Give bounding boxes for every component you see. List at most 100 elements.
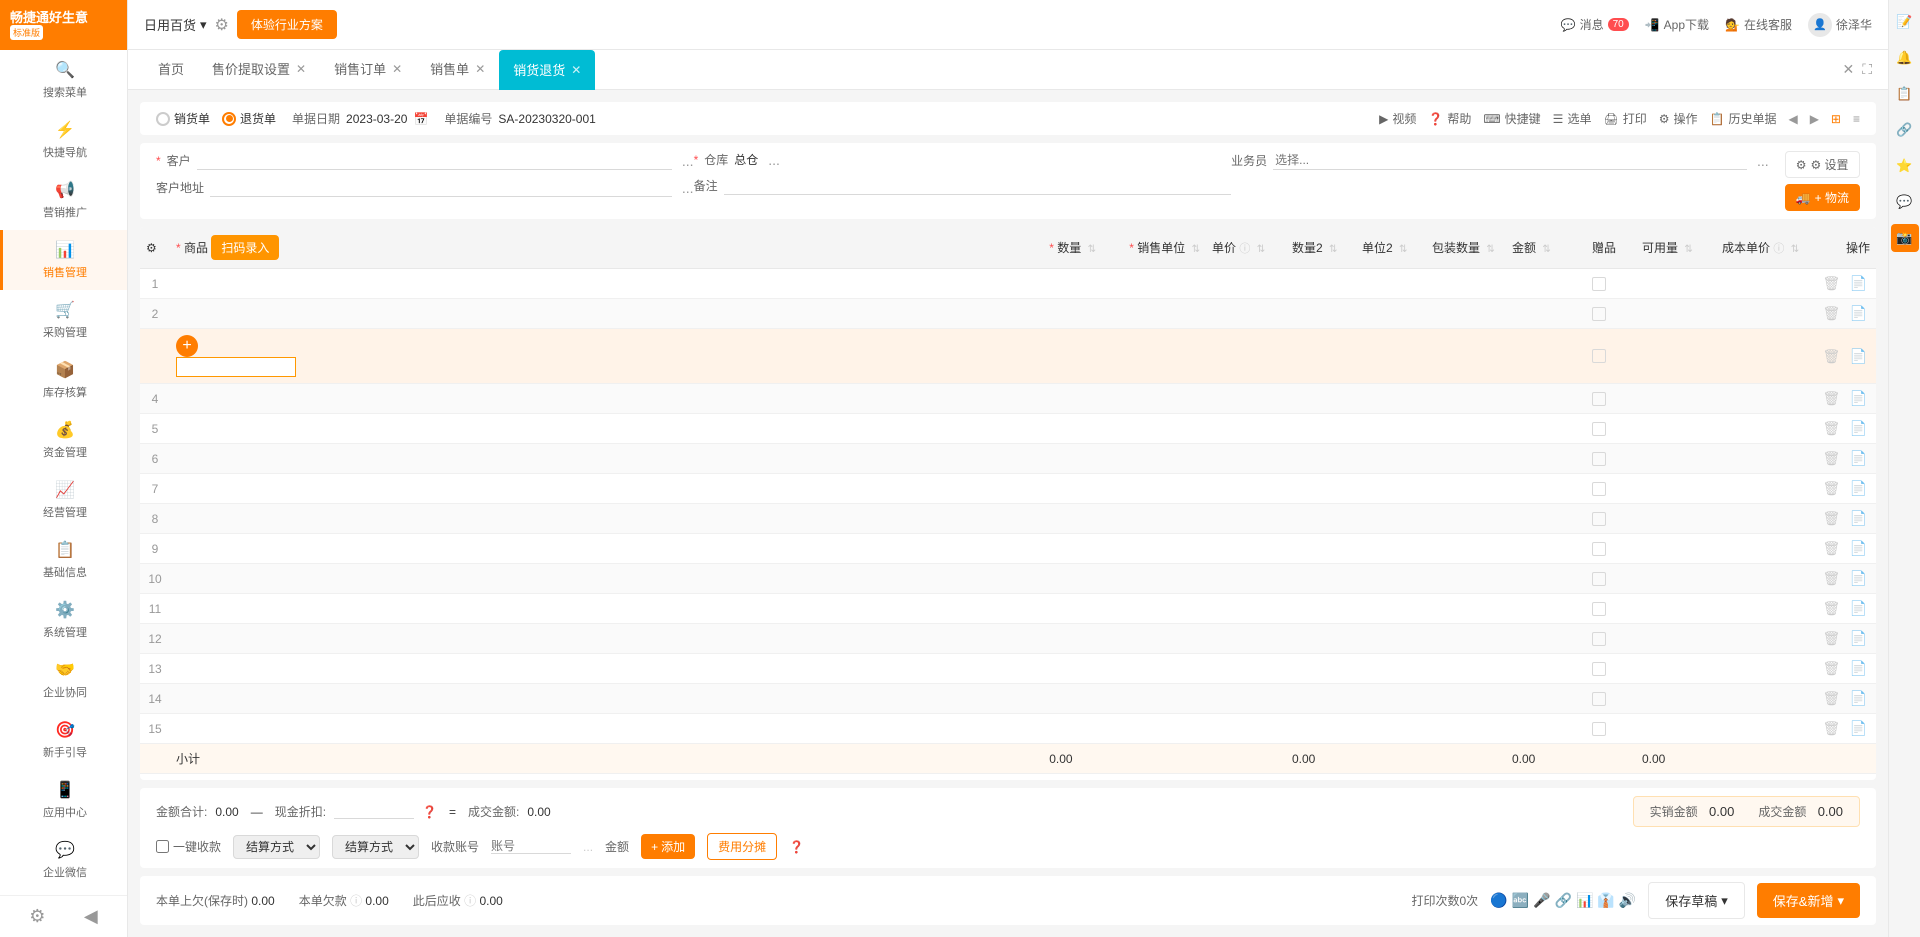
unit2-cell[interactable]: [1356, 504, 1426, 534]
amount-cell[interactable]: [1506, 474, 1586, 504]
amount-cell[interactable]: [1506, 624, 1586, 654]
available-cell[interactable]: [1636, 504, 1716, 534]
copy-icon[interactable]: 📄: [1850, 660, 1867, 676]
delete-icon[interactable]: 🗑: [1822, 305, 1840, 321]
product-cell[interactable]: [170, 684, 1043, 714]
qty2-cell[interactable]: [1286, 444, 1356, 474]
history-btn[interactable]: 📋 历史单据: [1709, 110, 1776, 127]
remarks-input[interactable]: [724, 176, 1232, 195]
qty-cell[interactable]: [1043, 624, 1123, 654]
cost-cell[interactable]: [1716, 414, 1806, 444]
delete-icon[interactable]: 🗑: [1822, 600, 1840, 616]
salesperson-dots-btn[interactable]: ...: [1757, 153, 1769, 169]
amount-cell[interactable]: [1506, 534, 1586, 564]
unit2-cell[interactable]: [1356, 299, 1426, 329]
qty-cell[interactable]: [1043, 384, 1123, 414]
available-cell[interactable]: [1636, 299, 1716, 329]
online-service-btn[interactable]: 💁 在线客服: [1725, 16, 1792, 33]
gift-cell[interactable]: [1586, 564, 1636, 594]
pkg-cell[interactable]: [1426, 329, 1506, 384]
amount-cell[interactable]: [1506, 329, 1586, 384]
copy-icon[interactable]: 📄: [1850, 720, 1867, 736]
save-new-btn[interactable]: 保存&新增 ▾: [1757, 883, 1860, 918]
unit-cell[interactable]: [1123, 624, 1206, 654]
available-cell[interactable]: [1636, 474, 1716, 504]
customer-dots-btn[interactable]: ...: [682, 153, 694, 169]
gift-checkbox[interactable]: [1592, 692, 1606, 706]
product-cell[interactable]: +: [170, 329, 1043, 384]
message-btn[interactable]: 💬 消息 70: [1561, 16, 1629, 33]
cost-cell[interactable]: [1716, 329, 1806, 384]
sidebar-item-app-center[interactable]: 📱 应用中心: [0, 770, 127, 830]
amount-cell[interactable]: [1506, 714, 1586, 744]
tab-home[interactable]: 首页: [144, 50, 198, 90]
unit2-cell[interactable]: [1356, 269, 1426, 299]
return-bill-radio[interactable]: 退货单: [222, 110, 276, 127]
maximize-icon[interactable]: ⛶: [1862, 61, 1872, 78]
one-click-payment[interactable]: 一键收款: [156, 838, 221, 855]
price-cell[interactable]: [1206, 594, 1286, 624]
logistics-side-btn[interactable]: 🚚 + 物流: [1785, 184, 1860, 211]
operations-btn[interactable]: ⚙ 操作: [1659, 110, 1698, 127]
tab-close-icon[interactable]: ✕: [475, 62, 485, 76]
info-icon[interactable]: ⓘ: [1773, 243, 1784, 255]
available-cell[interactable]: [1636, 414, 1716, 444]
unit-cell[interactable]: [1123, 414, 1206, 444]
price-cell[interactable]: [1206, 714, 1286, 744]
qty-cell[interactable]: [1043, 329, 1123, 384]
available-cell[interactable]: [1636, 534, 1716, 564]
gift-cell[interactable]: [1586, 594, 1636, 624]
gift-checkbox[interactable]: [1592, 632, 1606, 646]
amount-cell[interactable]: [1506, 414, 1586, 444]
gift-checkbox[interactable]: [1592, 422, 1606, 436]
sidebar-item-purchase[interactable]: 🛒 采购管理: [0, 290, 127, 350]
price-cell[interactable]: [1206, 684, 1286, 714]
cost-cell[interactable]: [1716, 504, 1806, 534]
tool-icon-3[interactable]: 🎤: [1533, 892, 1550, 909]
sidebar-item-quick-nav[interactable]: ⚡ 快捷导航: [0, 110, 127, 170]
unit2-cell[interactable]: [1356, 534, 1426, 564]
available-cell[interactable]: [1636, 444, 1716, 474]
pkg-cell[interactable]: [1426, 654, 1506, 684]
right-panel-btn-4[interactable]: 🔗: [1891, 116, 1919, 144]
payment-method-select[interactable]: 结算方式: [233, 835, 320, 859]
gift-cell[interactable]: [1586, 329, 1636, 384]
sidebar-item-finance[interactable]: 💰 资金管理: [0, 410, 127, 470]
pkg-cell[interactable]: [1426, 504, 1506, 534]
next-record-icon[interactable]: ▶: [1810, 112, 1819, 126]
delete-icon[interactable]: 🗑: [1822, 510, 1840, 526]
product-cell[interactable]: [170, 414, 1043, 444]
address-dots-btn[interactable]: ...: [682, 180, 694, 196]
gift-checkbox[interactable]: [1592, 277, 1606, 291]
qty-cell[interactable]: [1043, 534, 1123, 564]
sidebar-item-basic-info[interactable]: 📋 基础信息: [0, 530, 127, 590]
qty2-cell[interactable]: [1286, 534, 1356, 564]
gift-cell[interactable]: [1586, 384, 1636, 414]
add-row-btn[interactable]: +: [176, 335, 198, 357]
unit2-cell[interactable]: [1356, 714, 1426, 744]
product-cell[interactable]: [170, 444, 1043, 474]
amount-cell[interactable]: [1506, 564, 1586, 594]
copy-icon[interactable]: 📄: [1850, 420, 1867, 436]
warehouse-dots-btn[interactable]: ...: [768, 152, 780, 168]
available-cell[interactable]: [1636, 384, 1716, 414]
delete-icon[interactable]: 🗑: [1822, 660, 1840, 676]
amount-cell[interactable]: [1506, 654, 1586, 684]
price-cell[interactable]: [1206, 444, 1286, 474]
amount-cell[interactable]: [1506, 299, 1586, 329]
unit-cell[interactable]: [1123, 564, 1206, 594]
unit-cell[interactable]: [1123, 444, 1206, 474]
unit-cell[interactable]: [1123, 654, 1206, 684]
qty-cell[interactable]: [1043, 414, 1123, 444]
add-btn[interactable]: + 添加: [641, 834, 695, 859]
copy-icon[interactable]: 📄: [1850, 600, 1867, 616]
sidebar-item-enterprise[interactable]: 🤝 企业协同: [0, 650, 127, 710]
cost-cell[interactable]: [1716, 384, 1806, 414]
unit-cell[interactable]: [1123, 384, 1206, 414]
product-cell[interactable]: [170, 384, 1043, 414]
prev-record-icon[interactable]: ◀: [1788, 112, 1797, 126]
cost-cell[interactable]: [1716, 534, 1806, 564]
amount-cell[interactable]: [1506, 684, 1586, 714]
unit-cell[interactable]: [1123, 684, 1206, 714]
tool-icon-2[interactable]: 🔤: [1512, 892, 1529, 909]
